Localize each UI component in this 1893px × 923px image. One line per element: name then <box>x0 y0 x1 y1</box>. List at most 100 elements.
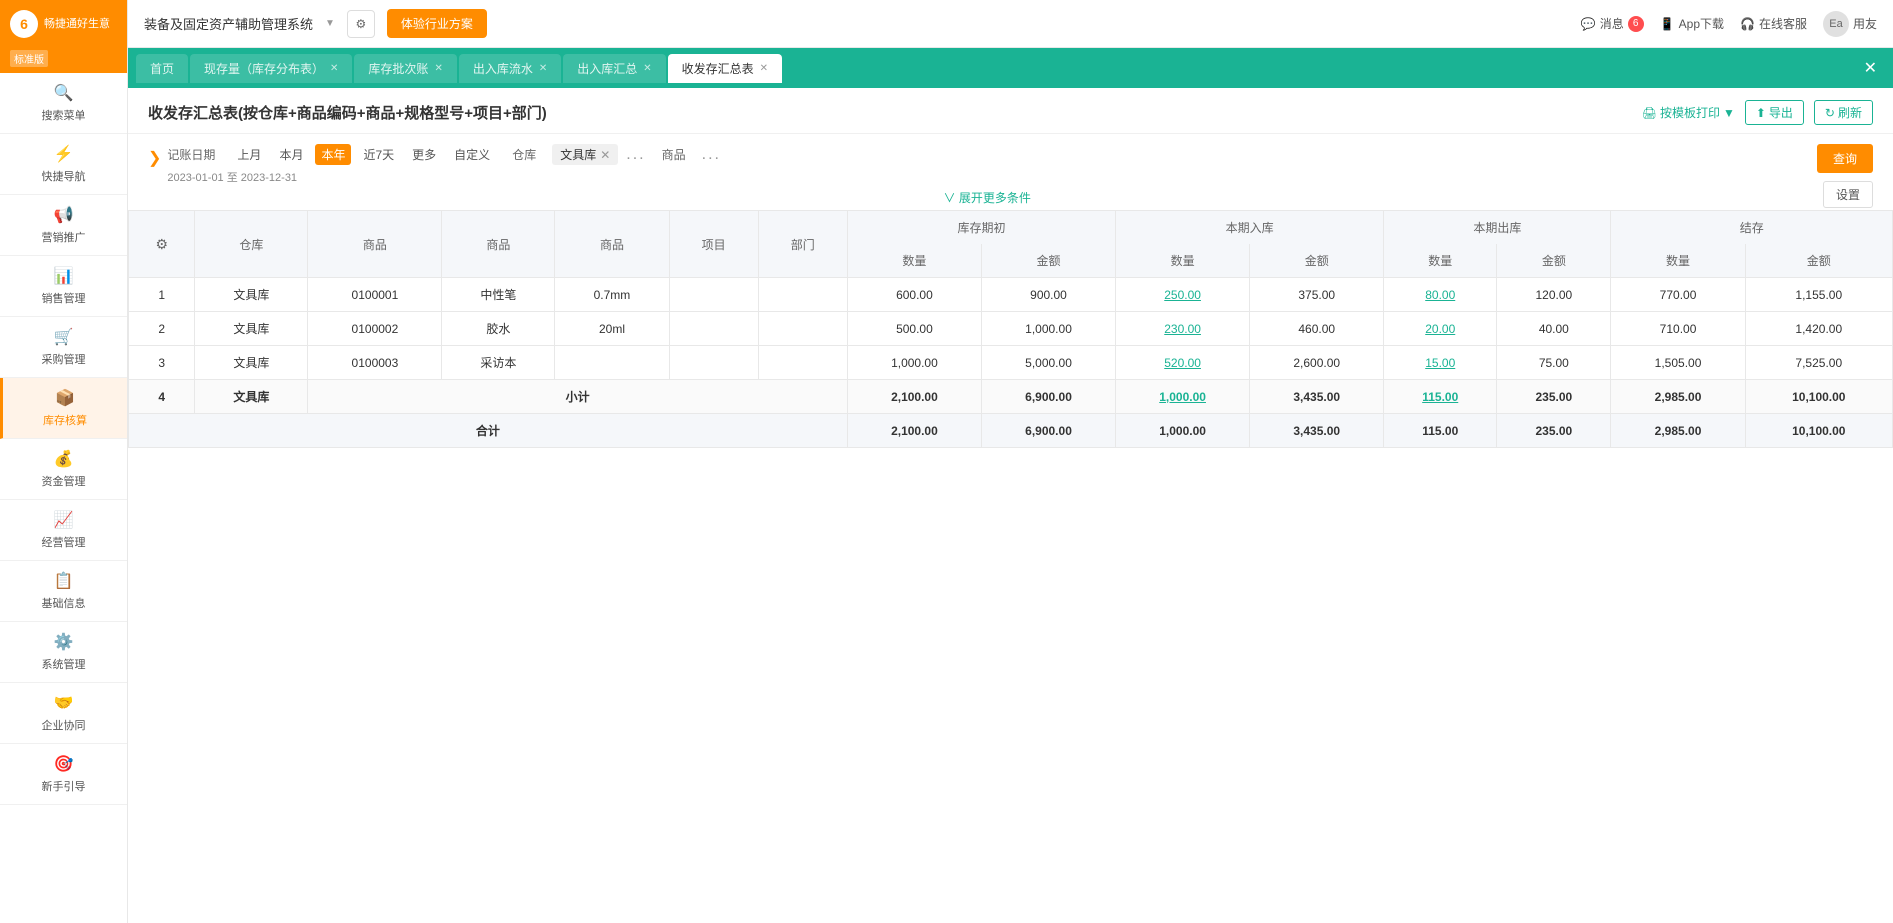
tab-close-icon[interactable]: ✕ <box>760 63 768 74</box>
online-service-action[interactable]: 🎧 在线客服 <box>1740 15 1807 32</box>
sidebar-item-label: 营销推广 <box>42 229 86 245</box>
filter-content: 记账日期 上月 本月 本年 近7天 更多 自定义 仓库 <box>167 144 1807 210</box>
subtotal-balance-amt: 10,100.00 <box>1745 380 1892 414</box>
tab-现存量（库存分布表）[interactable]: 现存量（库存分布表）✕ <box>190 54 352 83</box>
total-in-amt: 3,435.00 <box>1250 414 1384 448</box>
sidebar-item-icon: 🔍 <box>54 83 74 103</box>
sidebar-item-label: 基础信息 <box>42 595 86 611</box>
headset-icon: 🎧 <box>1740 17 1755 31</box>
cell-department <box>758 278 847 312</box>
sidebar-item-企业协同[interactable]: 🤝 企业协同 <box>0 683 127 744</box>
warehouse-filter-dots[interactable]: ... <box>626 146 645 164</box>
subtotal-warehouse: 文具库 <box>195 380 308 414</box>
cell-in-qty[interactable]: 230.00 <box>1116 312 1250 346</box>
sidebar-item-系统管理[interactable]: ⚙️ 系统管理 <box>0 622 127 683</box>
tab-label: 出入库流水 <box>473 60 533 77</box>
sidebar-item-label: 库存核算 <box>43 412 87 428</box>
main-content: 装备及固定资产辅助管理系统 ▼ ⚙ 体验行业方案 💬 消息 6 📱 App下载 <box>128 0 1893 923</box>
settings-button[interactable]: 设置 <box>1823 181 1873 208</box>
tab-出入库汇总[interactable]: 出入库汇总✕ <box>563 54 665 83</box>
tab-close-icon[interactable]: ✕ <box>539 63 547 74</box>
date-btn-custom[interactable]: 自定义 <box>448 144 496 165</box>
sidebar-item-经营管理[interactable]: 📈 经营管理 <box>0 500 127 561</box>
total-balance-amt: 10,100.00 <box>1745 414 1892 448</box>
online-service-label: 在线客服 <box>1759 15 1807 32</box>
sidebar-item-搜索菜单[interactable]: 🔍 搜索菜单 <box>0 73 127 134</box>
cell-opening-qty: 1,000.00 <box>847 346 981 380</box>
goods-filter-dots[interactable]: ... <box>702 146 721 164</box>
tab-close-icon[interactable]: ✕ <box>643 63 651 74</box>
tab-close-icon[interactable]: ✕ <box>330 63 338 74</box>
gear-button[interactable]: ⚙ <box>347 10 375 38</box>
cell-goods-spec: 20ml <box>555 312 669 346</box>
warehouse-tag-close-icon[interactable]: ✕ <box>600 148 610 162</box>
page-inner: 收发存汇总表(按仓库+商品编码+商品+规格型号+项目+部门) 🖨 按模板打印 ▼… <box>128 88 1893 923</box>
total-row: 合计 2,100.00 6,900.00 1,000.00 3,435.00 1… <box>129 414 1893 448</box>
col-header-goods-name: 商品 <box>442 211 555 278</box>
try-industry-button[interactable]: 体验行业方案 <box>387 9 487 38</box>
tab-label: 库存批次账 <box>368 60 428 77</box>
date-btn-this-month[interactable]: 本月 <box>273 144 309 165</box>
cell-balance-qty: 710.00 <box>1611 312 1745 346</box>
page-header-actions: 🖨 按模板打印 ▼ ⬆ 导出 ↻ 刷新 <box>1642 100 1873 125</box>
sidebar-item-基础信息[interactable]: 📋 基础信息 <box>0 561 127 622</box>
cell-opening-amt: 1,000.00 <box>981 312 1115 346</box>
user-action[interactable]: Ea 用友 <box>1823 11 1877 37</box>
col-header-settings[interactable]: ⚙ <box>129 211 195 278</box>
tab-库存批次账[interactable]: 库存批次账 ✕ <box>354 54 456 83</box>
tab-出入库流水[interactable]: 出入库流水 ✕ <box>459 54 561 83</box>
subtotal-seq: 4 <box>129 380 195 414</box>
sidebar-item-销售管理[interactable]: 📊 销售管理 <box>0 256 127 317</box>
cell-goods-name: 胶水 <box>442 312 555 346</box>
cell-goods-name: 采访本 <box>442 346 555 380</box>
sidebar-item-采购管理[interactable]: 🛒 采购管理 <box>0 317 127 378</box>
subtotal-in-amt: 3,435.00 <box>1250 380 1384 414</box>
export-button[interactable]: ⬆ 导出 <box>1745 100 1804 125</box>
cell-in-qty[interactable]: 250.00 <box>1116 278 1250 312</box>
total-in-qty: 1,000.00 <box>1116 414 1250 448</box>
sidebar-item-label: 销售管理 <box>42 290 86 306</box>
cell-out-qty[interactable]: 20.00 <box>1384 312 1497 346</box>
sidebar-item-icon: ⚡ <box>54 144 74 164</box>
cell-out-qty[interactable]: 80.00 <box>1384 278 1497 312</box>
sidebar-item-快捷导航[interactable]: ⚡ 快捷导航 <box>0 134 127 195</box>
message-action[interactable]: 💬 消息 6 <box>1581 15 1644 32</box>
date-btn-7days[interactable]: 近7天 <box>357 144 400 165</box>
cell-goods-name: 中性笔 <box>442 278 555 312</box>
top-bar: 装备及固定资产辅助管理系统 ▼ ⚙ 体验行业方案 💬 消息 6 📱 App下载 <box>128 0 1893 48</box>
query-button[interactable]: 查询 <box>1817 144 1873 173</box>
filter-date-row: 记账日期 上月 本月 本年 近7天 更多 自定义 仓库 <box>167 144 1807 165</box>
sidebar-item-资金管理[interactable]: 💰 资金管理 <box>0 439 127 500</box>
data-table: ⚙ 仓库 商品 商品 商品 项目 部门 库存期初 本期入库 本期出库 结存 <box>128 210 1893 448</box>
system-dropdown[interactable]: ▼ <box>325 18 335 29</box>
tab-收发存汇总表[interactable]: 收发存汇总表✕ <box>668 54 782 83</box>
phone-icon: 📱 <box>1660 17 1675 31</box>
version-tag: 标准版 <box>10 50 48 67</box>
cell-in-qty[interactable]: 520.00 <box>1116 346 1250 380</box>
sidebar-item-icon: ⚙️ <box>54 632 74 652</box>
sidebar-item-库存核算[interactable]: 📦 库存核算 <box>0 378 127 439</box>
refresh-button[interactable]: ↻ 刷新 <box>1814 100 1873 125</box>
date-btn-this-year[interactable]: 本年 <box>315 144 351 165</box>
sidebar-item-label: 快捷导航 <box>42 168 86 184</box>
cell-in-amt: 2,600.00 <box>1250 346 1384 380</box>
date-btn-more[interactable]: 更多 <box>406 144 442 165</box>
filter-expand-icon[interactable]: ❯ <box>148 148 161 168</box>
subtotal-in-qty[interactable]: 1,000.00 <box>1116 380 1250 414</box>
window-close-icon[interactable]: ✕ <box>1856 58 1885 78</box>
message-icon: 💬 <box>1581 17 1596 31</box>
tab-首页[interactable]: 首页 <box>136 54 188 83</box>
expand-row: ∨ 展开更多条件 <box>167 185 1807 210</box>
cell-out-qty[interactable]: 15.00 <box>1384 346 1497 380</box>
app-download-action[interactable]: 📱 App下载 <box>1660 15 1724 32</box>
tab-close-icon[interactable]: ✕ <box>434 63 442 74</box>
subtotal-out-qty[interactable]: 115.00 <box>1384 380 1497 414</box>
total-balance-qty: 2,985.00 <box>1611 414 1745 448</box>
table-gear-icon[interactable]: ⚙ <box>155 236 168 252</box>
print-button[interactable]: 🖨 按模板打印 ▼ <box>1642 104 1735 121</box>
date-btn-last-month[interactable]: 上月 <box>231 144 267 165</box>
expand-conditions-btn[interactable]: ∨ 展开更多条件 <box>944 191 1031 205</box>
cell-project <box>669 312 758 346</box>
sidebar-item-新手引导[interactable]: 🎯 新手引导 <box>0 744 127 805</box>
sidebar-item-营销推广[interactable]: 📢 营销推广 <box>0 195 127 256</box>
